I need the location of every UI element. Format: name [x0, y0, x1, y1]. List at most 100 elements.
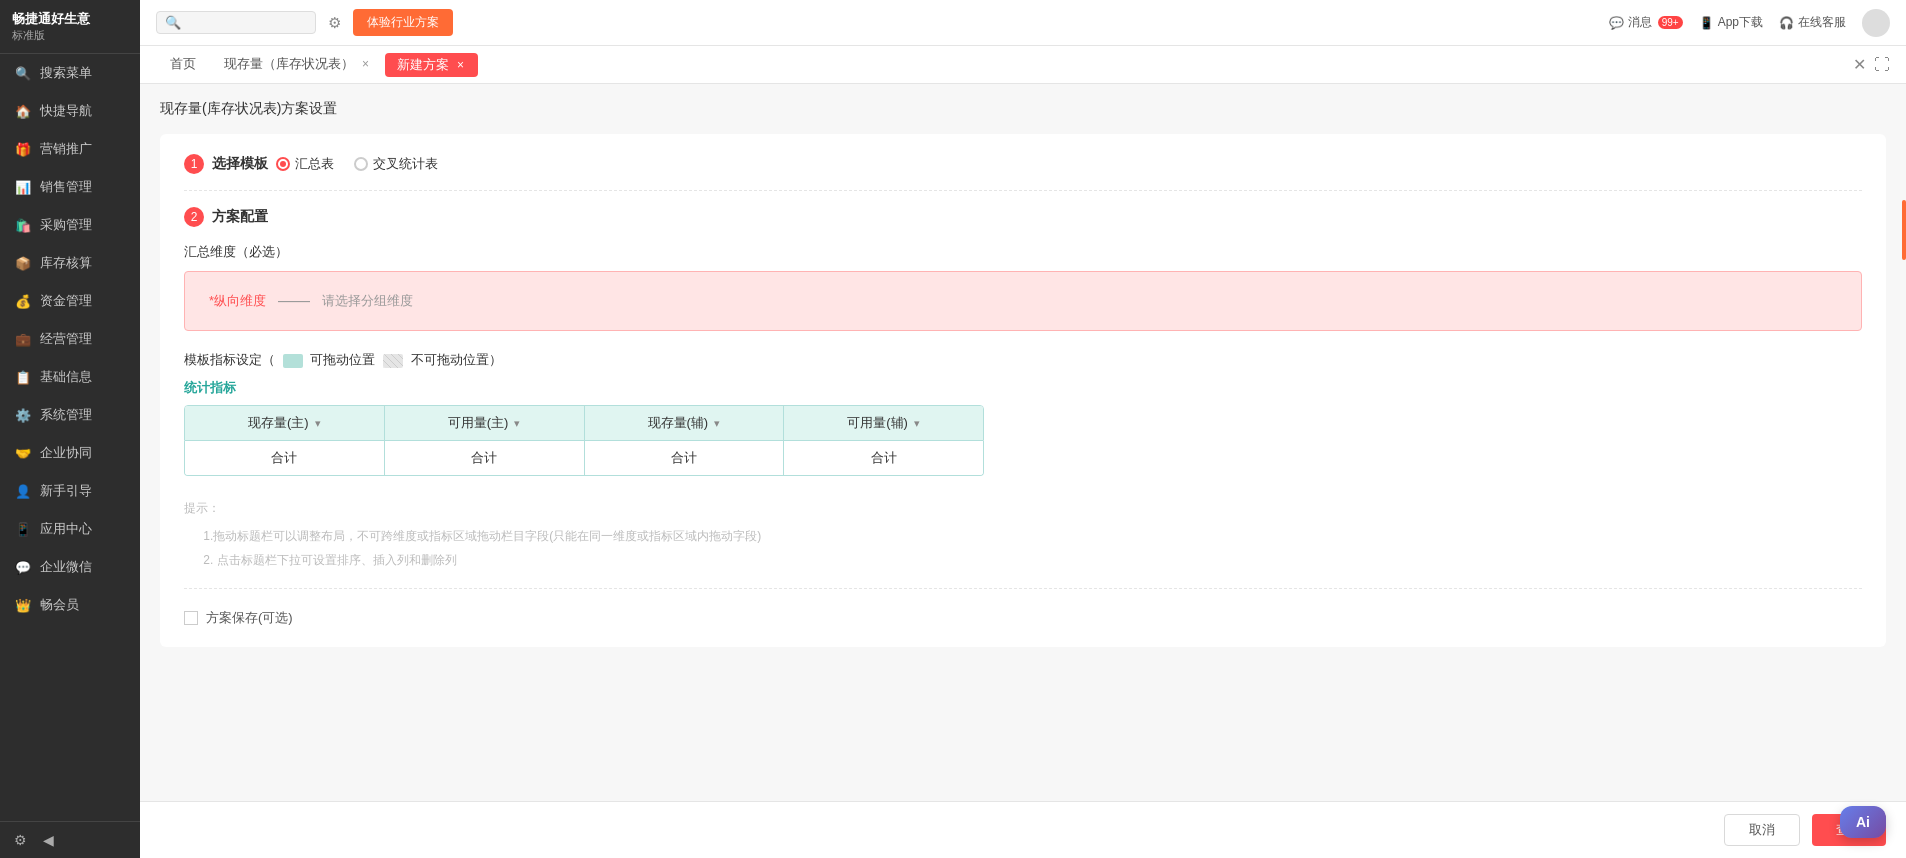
- save-scheme-checkbox[interactable]: [184, 611, 198, 625]
- stats-data-row: 合计 合计 合计 合计: [184, 441, 984, 476]
- sidebar-item-label: 采购管理: [40, 216, 92, 234]
- settings-icon[interactable]: ⚙: [14, 832, 27, 848]
- chevron-down-icon-0[interactable]: ▾: [315, 417, 321, 430]
- save-scheme-section: 方案保存(可选): [184, 609, 1862, 627]
- radio-summary-dot: [276, 157, 290, 171]
- page-title: 现存量(库存状况表)方案设置: [160, 100, 1886, 118]
- sidebar-footer: ⚙ ◀: [0, 821, 140, 858]
- chevron-down-icon-3[interactable]: ▾: [914, 417, 920, 430]
- save-scheme-label: 方案保存(可选): [206, 609, 293, 627]
- settings-card: 1 选择模板 汇总表 交叉统计表: [160, 134, 1886, 647]
- tip-text-2: 2. 点击标题栏下拉可设置排序、插入列和删除列: [203, 548, 456, 572]
- management-icon: 💼: [14, 330, 32, 348]
- search-icon: 🔍: [14, 64, 32, 82]
- ai-fab-button[interactable]: Ai: [1840, 806, 1886, 838]
- system-icon: ⚙️: [14, 406, 32, 424]
- indicator-section: 模板指标设定（ 可拖动位置 不可拖动位置） 统计指标 现存量(主): [184, 351, 1862, 476]
- step2-header: 2 方案配置: [184, 207, 1862, 227]
- sidebar-item-search-menu[interactable]: 🔍 搜索菜单: [0, 54, 140, 92]
- divider-2: [184, 588, 1862, 589]
- stats-title: 统计指标: [184, 379, 1862, 397]
- app-download-icon: 📱: [1699, 16, 1714, 30]
- sidebar-item-label: 基础信息: [40, 368, 92, 386]
- tab-inventory-close-icon[interactable]: ×: [360, 57, 371, 71]
- sidebar-item-app-center[interactable]: 📱 应用中心: [0, 510, 140, 548]
- close-window-icon[interactable]: ✕: [1853, 55, 1866, 74]
- summary-dimension-label: 汇总维度（必选）: [184, 243, 1862, 261]
- newbie-icon: 👤: [14, 482, 32, 500]
- sidebar-item-label: 新手引导: [40, 482, 92, 500]
- stats-col-header-1[interactable]: 可用量(主) ▾: [385, 406, 585, 440]
- topbar: 🔍 ⚙ 体验行业方案 💬 消息 99+ 📱 App下载 🎧 在线客服: [140, 0, 1906, 46]
- app-download-button[interactable]: 📱 App下载: [1699, 14, 1763, 31]
- stats-col-data-1: 合计: [385, 441, 585, 475]
- radio-cross-table[interactable]: 交叉统计表: [354, 155, 438, 173]
- chevron-down-icon-2[interactable]: ▾: [714, 417, 720, 430]
- tip-num-1: [184, 524, 197, 548]
- sidebar-item-label: 经营管理: [40, 330, 92, 348]
- step1-header: 1 选择模板 汇总表 交叉统计表: [184, 154, 1862, 174]
- chevron-down-icon-1[interactable]: ▾: [514, 417, 520, 430]
- basic-info-icon: 📋: [14, 368, 32, 386]
- tip-line-1: 1.拖动标题栏可以调整布局，不可跨维度或指标区域拖动栏目字段(只能在同一维度或指…: [184, 524, 1862, 548]
- tab-home[interactable]: 首页: [156, 46, 210, 84]
- industry-solution-button[interactable]: 体验行业方案: [353, 9, 453, 36]
- stats-col-header-2[interactable]: 现存量(辅) ▾: [585, 406, 785, 440]
- tab-new-close-icon[interactable]: ×: [455, 58, 466, 72]
- finance-icon: 💰: [14, 292, 32, 310]
- sidebar-item-sales[interactable]: 📊 销售管理: [0, 168, 140, 206]
- tab-inventory-status[interactable]: 现存量（库存状况表） ×: [210, 46, 385, 84]
- sidebar-item-quick-nav[interactable]: 🏠 快捷导航: [0, 92, 140, 130]
- stats-col-header-3[interactable]: 可用量(辅) ▾: [784, 406, 983, 440]
- col-header-label-0: 现存量(主): [248, 414, 309, 432]
- step2-label: 方案配置: [212, 208, 268, 226]
- topbar-search-input[interactable]: [187, 16, 307, 30]
- dimension-box[interactable]: *纵向维度 —— 请选择分组维度: [184, 271, 1862, 331]
- tab-inventory-status-label: 现存量（库存状况表）: [224, 55, 354, 73]
- user-avatar[interactable]: [1862, 9, 1890, 37]
- message-button[interactable]: 💬 消息 99+: [1609, 14, 1683, 31]
- sidebar-item-basic-info[interactable]: 📋 基础信息: [0, 358, 140, 396]
- radio-summary-table[interactable]: 汇总表: [276, 155, 334, 173]
- collapse-icon[interactable]: ◀: [43, 832, 54, 848]
- stats-col-data-0: 合计: [185, 441, 385, 475]
- divider-1: [184, 190, 1862, 191]
- stats-col-header-0[interactable]: 现存量(主) ▾: [185, 406, 385, 440]
- sidebar-item-cooperation[interactable]: 🤝 企业协同: [0, 434, 140, 472]
- cooperation-icon: 🤝: [14, 444, 32, 462]
- topbar-search-icon: 🔍: [165, 15, 181, 30]
- right-edge-scrollbar: [1902, 200, 1906, 260]
- sidebar-item-label: 企业协同: [40, 444, 92, 462]
- tab-new-scheme[interactable]: 新建方案 ×: [385, 53, 478, 77]
- sidebar-item-system[interactable]: ⚙️ 系统管理: [0, 396, 140, 434]
- expand-window-icon[interactable]: ⛶: [1874, 56, 1890, 74]
- stats-col-data-2: 合计: [585, 441, 785, 475]
- app-download-label: App下载: [1718, 14, 1763, 31]
- sidebar-item-marketing[interactable]: 🎁 营销推广: [0, 130, 140, 168]
- sidebar-item-wechat[interactable]: 💬 企业微信: [0, 548, 140, 586]
- topbar-search-box[interactable]: 🔍: [156, 11, 316, 34]
- sidebar-item-newbie[interactable]: 👤 新手引导: [0, 472, 140, 510]
- template-radio-group: 汇总表 交叉统计表: [276, 155, 438, 173]
- sidebar-item-label: 系统管理: [40, 406, 92, 424]
- tips-section: 提示： 1.拖动标题栏可以调整布局，不可跨维度或指标区域拖动栏目字段(只能在同一…: [184, 496, 1862, 572]
- app-name: 畅捷通好生意: [12, 10, 128, 28]
- col-header-label-3: 可用量(辅): [847, 414, 908, 432]
- sidebar-item-finance[interactable]: 💰 资金管理: [0, 282, 140, 320]
- headset-icon: 🎧: [1779, 16, 1794, 30]
- col-header-label-1: 可用量(主): [448, 414, 509, 432]
- sidebar-item-management[interactable]: 💼 经营管理: [0, 320, 140, 358]
- sidebar: 畅捷通好生意 标准版 🔍 搜索菜单 🏠 快捷导航 🎁 营销推广 📊 销售管理 🛍…: [0, 0, 140, 858]
- sidebar-item-label: 应用中心: [40, 520, 92, 538]
- app-version: 标准版: [12, 28, 128, 43]
- content-area: 现存量(库存状况表)方案设置 1 选择模板 汇总表 交叉统计表: [140, 84, 1906, 801]
- online-service-button[interactable]: 🎧 在线客服: [1779, 14, 1846, 31]
- cancel-button[interactable]: 取消: [1724, 814, 1800, 846]
- sidebar-item-purchase[interactable]: 🛍️ 采购管理: [0, 206, 140, 244]
- sidebar-item-vip[interactable]: 👑 畅会员: [0, 586, 140, 624]
- draggable-legend-box: [283, 354, 303, 368]
- topbar-gear-icon[interactable]: ⚙: [328, 14, 341, 32]
- sidebar-item-inventory[interactable]: 📦 库存核算: [0, 244, 140, 282]
- tips-title: 提示：: [184, 496, 1862, 520]
- tip-num-2: [184, 548, 197, 572]
